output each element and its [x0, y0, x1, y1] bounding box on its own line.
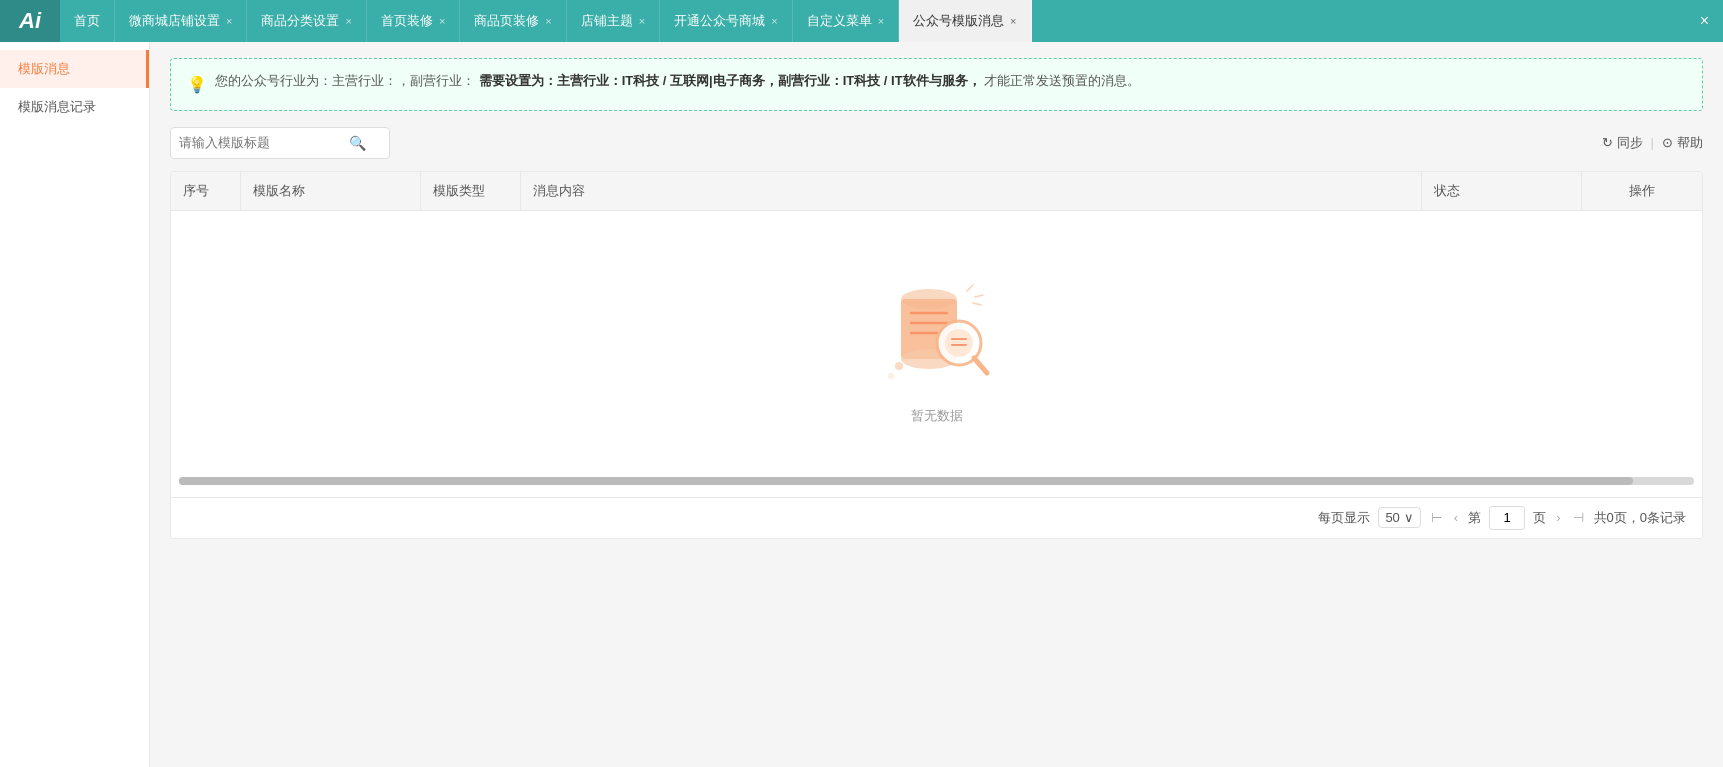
- svg-point-11: [895, 362, 903, 370]
- close-tab-icon[interactable]: ×: [345, 15, 351, 27]
- notice-text: 您的公众号行业为：主营行业：，副营行业： 需要设置为：主营行业：IT科技 / 互…: [215, 71, 1140, 92]
- nav-tab-home[interactable]: 首页: [60, 0, 115, 42]
- search-input-wrap[interactable]: 🔍: [170, 127, 390, 159]
- close-tab-icon[interactable]: ×: [1010, 15, 1016, 27]
- help-icon: ⊙: [1662, 135, 1673, 150]
- nav-tab-product-decor[interactable]: 商品页装修×: [460, 0, 566, 42]
- svg-line-13: [967, 285, 973, 291]
- last-page-button[interactable]: ⊣: [1571, 510, 1586, 525]
- svg-point-12: [888, 373, 894, 379]
- divider: |: [1651, 135, 1654, 150]
- notice-prefix: 您的公众号行业为：主营行业：，副营行业：: [215, 73, 475, 88]
- help-button[interactable]: ⊙ 帮助: [1662, 134, 1703, 152]
- close-tab-icon[interactable]: ×: [439, 15, 445, 27]
- nav-tab-shop-theme[interactable]: 店铺主题×: [567, 0, 660, 42]
- th-seq: 序号: [171, 172, 241, 210]
- table-header: 序号 模版名称 模版类型 消息内容 状态 操作: [171, 172, 1702, 211]
- empty-state: 暂无数据: [171, 211, 1702, 465]
- sidebar-item-template-msg[interactable]: 模版消息: [0, 50, 149, 88]
- sync-label: 同步: [1617, 134, 1643, 152]
- layout: 模版消息模版消息记录 💡 您的公众号行业为：主营行业：，副营行业： 需要设置为：…: [0, 42, 1723, 767]
- next-page-button[interactable]: ›: [1554, 510, 1562, 525]
- notice-highlight: 需要设置为：主营行业：IT科技 / 互联网|电子商务，副营行业：IT科技 / I…: [479, 73, 981, 88]
- close-tab-icon[interactable]: ×: [545, 15, 551, 27]
- close-all-button[interactable]: ×: [1686, 12, 1723, 30]
- close-tab-icon[interactable]: ×: [771, 15, 777, 27]
- notice-box: 💡 您的公众号行业为：主营行业：，副营行业： 需要设置为：主营行业：IT科技 /…: [170, 58, 1703, 111]
- svg-line-8: [974, 358, 987, 373]
- svg-line-14: [975, 295, 983, 297]
- sync-icon: ↻: [1602, 135, 1613, 150]
- nav-tab-shop-settings[interactable]: 微商城店铺设置×: [115, 0, 247, 42]
- page-size-label: 每页显示: [1318, 509, 1370, 527]
- close-tab-icon[interactable]: ×: [878, 15, 884, 27]
- sync-button[interactable]: ↻ 同步: [1602, 134, 1643, 152]
- page-label: 页: [1533, 509, 1546, 527]
- chevron-down-icon: ∨: [1404, 510, 1414, 525]
- sidebar-item-template-record[interactable]: 模版消息记录: [0, 88, 149, 126]
- th-content: 消息内容: [521, 172, 1422, 210]
- logo: Ai: [0, 0, 60, 42]
- nav-tab-custom-menu[interactable]: 自定义菜单×: [793, 0, 899, 42]
- page-input[interactable]: [1489, 506, 1525, 530]
- svg-point-7: [945, 329, 973, 357]
- search-input[interactable]: [179, 135, 349, 150]
- help-label: 帮助: [1677, 134, 1703, 152]
- close-tab-icon[interactable]: ×: [639, 15, 645, 27]
- scroll-track[interactable]: [179, 477, 1694, 485]
- search-button[interactable]: 🔍: [349, 135, 366, 151]
- empty-text: 暂无数据: [911, 407, 963, 425]
- scroll-thumb: [179, 477, 1633, 485]
- notice-suffix: 才能正常发送预置的消息。: [984, 73, 1140, 88]
- page-prefix: 第: [1468, 509, 1481, 527]
- sidebar: 模版消息模版消息记录: [0, 42, 150, 767]
- nav-tab-open-wechat[interactable]: 开通公众号商城×: [660, 0, 792, 42]
- nav-tabs: 首页微商城店铺设置×商品分类设置×首页装修×商品页装修×店铺主题×开通公众号商城…: [60, 0, 1686, 42]
- main-content: 💡 您的公众号行业为：主营行业：，副营行业： 需要设置为：主营行业：IT科技 /…: [150, 42, 1723, 767]
- top-nav: Ai 首页微商城店铺设置×商品分类设置×首页装修×商品页装修×店铺主题×开通公众…: [0, 0, 1723, 42]
- empty-illustration: [877, 271, 997, 391]
- pagination: 每页显示 50 ∨ ⊢ ‹ 第 页 › ⊣ 共0页，0条记录: [171, 497, 1702, 538]
- page-size-value: 50: [1385, 510, 1399, 525]
- close-tab-icon[interactable]: ×: [226, 15, 232, 27]
- logo-text: Ai: [19, 8, 41, 34]
- th-status: 状态: [1422, 172, 1582, 210]
- th-name: 模版名称: [241, 172, 421, 210]
- th-type: 模版类型: [421, 172, 521, 210]
- nav-tab-template-msg[interactable]: 公众号模版消息×: [899, 0, 1031, 42]
- toolbar-right: ↻ 同步 | ⊙ 帮助: [1602, 134, 1703, 152]
- search-bar: 🔍 ↻ 同步 | ⊙ 帮助: [170, 127, 1703, 159]
- lightbulb-icon: 💡: [187, 72, 207, 98]
- nav-tab-category-settings[interactable]: 商品分类设置×: [247, 0, 366, 42]
- first-page-button[interactable]: ⊢: [1429, 510, 1444, 525]
- data-table: 序号 模版名称 模版类型 消息内容 状态 操作: [170, 171, 1703, 539]
- nav-tab-home-decor[interactable]: 首页装修×: [367, 0, 460, 42]
- total-label: 共0页，0条记录: [1594, 509, 1686, 527]
- svg-line-15: [973, 303, 981, 305]
- prev-page-button[interactable]: ‹: [1452, 510, 1460, 525]
- page-size-select[interactable]: 50 ∨: [1378, 507, 1420, 528]
- th-action: 操作: [1582, 172, 1702, 210]
